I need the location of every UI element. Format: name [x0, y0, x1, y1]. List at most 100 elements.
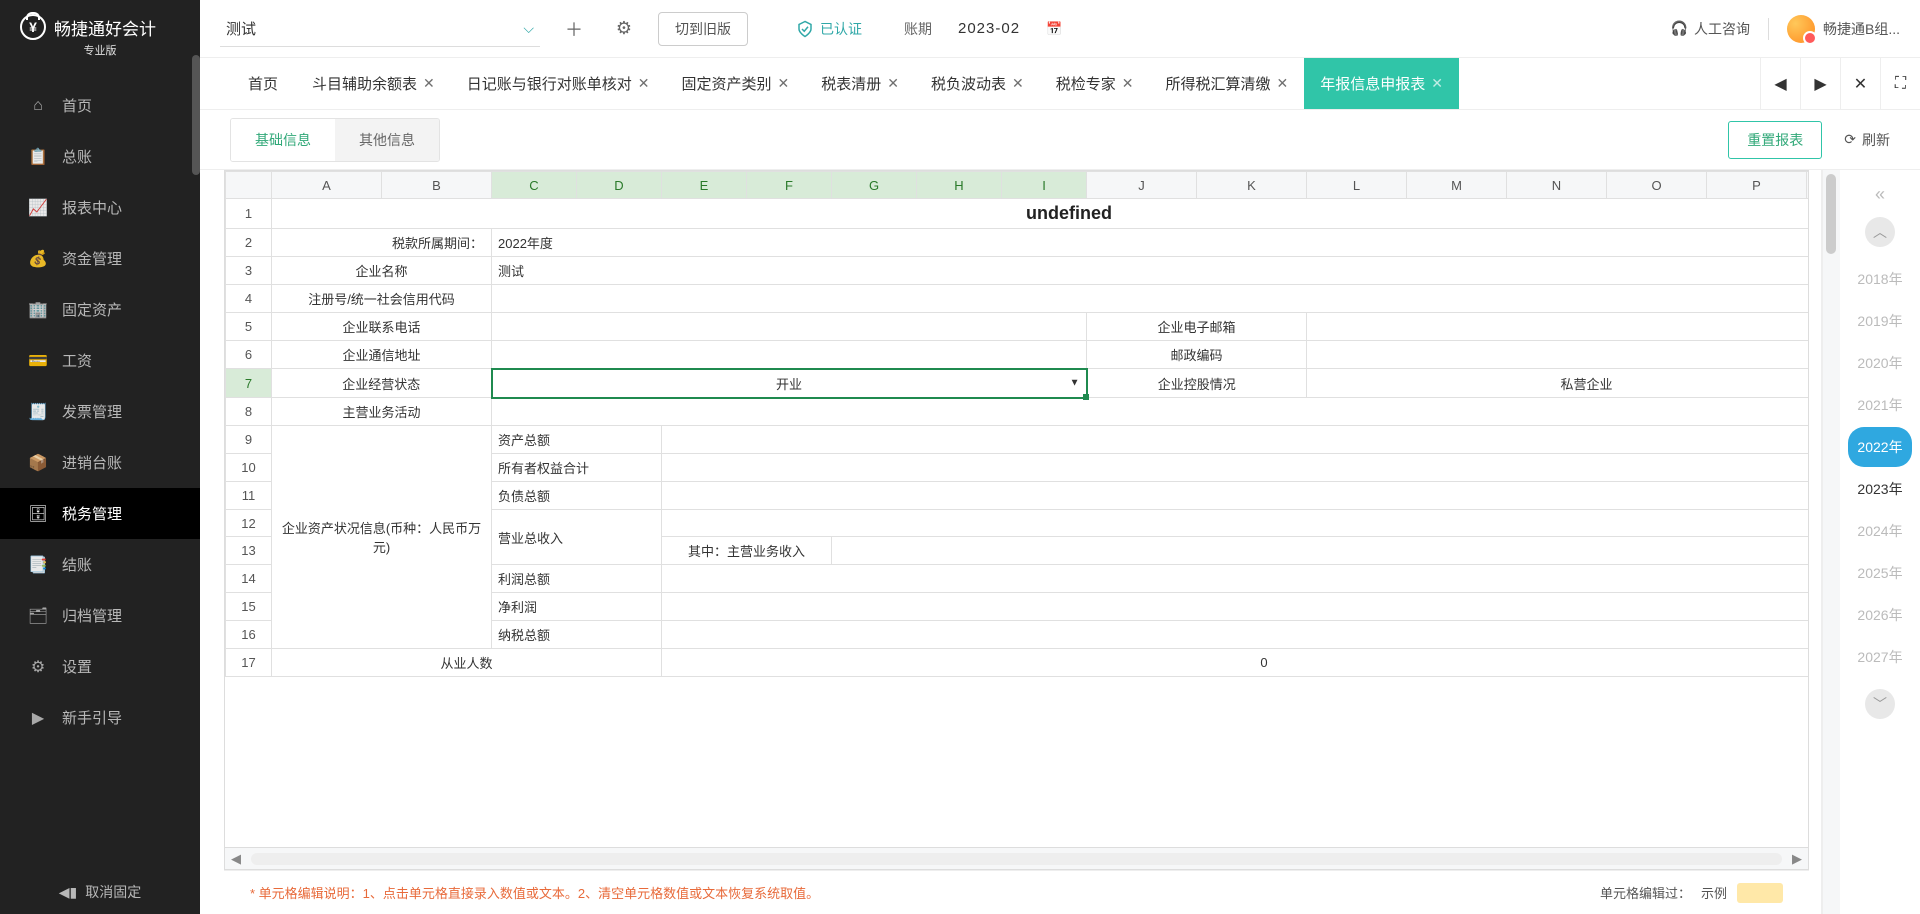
- close-icon[interactable]: ✕: [1431, 75, 1443, 92]
- nav-item[interactable]: 🏢固定资产: [0, 284, 200, 335]
- tab-scroll-left[interactable]: ◀: [1760, 58, 1800, 109]
- cell[interactable]: 所有者权益合计: [492, 454, 662, 482]
- cell[interactable]: 注册号/统一社会信用代码: [272, 285, 492, 313]
- year-up-button[interactable]: ︿: [1865, 217, 1895, 247]
- cell[interactable]: 企业控股情况: [1087, 369, 1307, 398]
- cell[interactable]: 资产总额: [492, 426, 662, 454]
- close-icon[interactable]: ✕: [1277, 75, 1289, 92]
- col-header[interactable]: Q: [1807, 172, 1810, 199]
- col-header[interactable]: A: [272, 172, 382, 199]
- nav-item[interactable]: 📋总账: [0, 131, 200, 182]
- cell[interactable]: 企业资产状况信息(币种：人民币万元): [272, 426, 492, 649]
- row-header[interactable]: 16: [226, 621, 272, 649]
- tab-home[interactable]: 首页: [230, 58, 296, 109]
- cell[interactable]: [832, 537, 1810, 565]
- col-header[interactable]: L: [1307, 172, 1407, 199]
- nav-item[interactable]: 💰资金管理: [0, 233, 200, 284]
- tab[interactable]: 税表清册✕: [805, 58, 915, 109]
- nav-item[interactable]: 🗂归档管理: [0, 590, 200, 641]
- col-header[interactable]: G: [832, 172, 917, 199]
- cell[interactable]: [492, 398, 1810, 426]
- col-header[interactable]: N: [1507, 172, 1607, 199]
- cell[interactable]: [1307, 341, 1810, 369]
- account-selector[interactable]: 测试 ⌵: [220, 11, 540, 47]
- tab[interactable]: 税检专家✕: [1040, 58, 1150, 109]
- cell[interactable]: 从业人数: [272, 649, 662, 677]
- cell[interactable]: 开业▼: [492, 369, 1087, 398]
- col-header[interactable]: P: [1707, 172, 1807, 199]
- calendar-icon[interactable]: 📅: [1046, 21, 1062, 37]
- close-icon[interactable]: ✕: [1122, 75, 1134, 92]
- cell[interactable]: 企业名称: [272, 257, 492, 285]
- col-header[interactable]: I: [1002, 172, 1087, 199]
- cell[interactable]: [662, 482, 1810, 510]
- cell[interactable]: 企业通信地址: [272, 341, 492, 369]
- year-item[interactable]: 2019年: [1848, 301, 1912, 341]
- cell[interactable]: [492, 285, 1810, 313]
- col-header[interactable]: M: [1407, 172, 1507, 199]
- close-icon[interactable]: ✕: [638, 75, 650, 92]
- cell[interactable]: 2022年度: [492, 229, 1810, 257]
- cell[interactable]: 企业联系电话: [272, 313, 492, 341]
- tab[interactable]: 所得税汇算清缴✕: [1150, 58, 1305, 109]
- horizontal-scrollbar[interactable]: ◀ ▶: [224, 848, 1809, 870]
- year-item[interactable]: 2024年: [1848, 511, 1912, 551]
- nav-item[interactable]: 🗄税务管理: [0, 488, 200, 539]
- cell[interactable]: 净利润: [492, 593, 662, 621]
- year-item[interactable]: 2023年: [1848, 469, 1912, 509]
- row-header[interactable]: 17: [226, 649, 272, 677]
- cell[interactable]: 负债总额: [492, 482, 662, 510]
- tab-close-all[interactable]: ✕: [1840, 58, 1880, 109]
- row-header[interactable]: 3: [226, 257, 272, 285]
- cell[interactable]: 邮政编码: [1087, 341, 1307, 369]
- cell[interactable]: 测试: [492, 257, 1810, 285]
- col-header[interactable]: H: [917, 172, 1002, 199]
- cell[interactable]: undefined: [272, 199, 1810, 229]
- subtab-other[interactable]: 其他信息: [335, 119, 439, 161]
- cell[interactable]: [662, 426, 1810, 454]
- switch-old-button[interactable]: 切到旧版: [658, 12, 748, 46]
- close-icon[interactable]: ✕: [1012, 75, 1024, 92]
- tab[interactable]: 税负波动表✕: [915, 58, 1040, 109]
- tab[interactable]: 固定资产类别✕: [666, 58, 806, 109]
- row-header[interactable]: 12: [226, 510, 272, 537]
- nav-item[interactable]: ⚙设置: [0, 641, 200, 692]
- cell[interactable]: [662, 593, 1810, 621]
- row-header[interactable]: 10: [226, 454, 272, 482]
- close-icon[interactable]: ✕: [887, 75, 899, 92]
- year-down-button[interactable]: ﹀: [1865, 689, 1895, 719]
- year-item[interactable]: 2026年: [1848, 595, 1912, 635]
- select-all-cell[interactable]: [226, 172, 272, 199]
- cell[interactable]: [662, 510, 1810, 537]
- scroll-left-icon[interactable]: ◀: [225, 851, 247, 867]
- cell[interactable]: 企业经营状态: [272, 369, 492, 398]
- col-header[interactable]: J: [1087, 172, 1197, 199]
- sidebar-pin-toggle[interactable]: ◀▮ 取消固定: [0, 870, 200, 914]
- year-item[interactable]: 2027年: [1848, 637, 1912, 677]
- reset-button[interactable]: 重置报表: [1728, 121, 1822, 159]
- period-value[interactable]: 2023-02: [958, 20, 1020, 37]
- row-header[interactable]: 14: [226, 565, 272, 593]
- scroll-right-icon[interactable]: ▶: [1786, 851, 1808, 867]
- row-header[interactable]: 9: [226, 426, 272, 454]
- year-item[interactable]: 2021年: [1848, 385, 1912, 425]
- cell[interactable]: [662, 565, 1810, 593]
- row-header[interactable]: 4: [226, 285, 272, 313]
- col-header[interactable]: B: [382, 172, 492, 199]
- year-item[interactable]: 2020年: [1848, 343, 1912, 383]
- nav-item[interactable]: 📑结账: [0, 539, 200, 590]
- nav-item[interactable]: 📈报表中心: [0, 182, 200, 233]
- row-header[interactable]: 7: [226, 369, 272, 398]
- subtab-basic[interactable]: 基础信息: [231, 119, 335, 161]
- settings-icon[interactable]: ⚙: [608, 13, 640, 45]
- dropdown-icon[interactable]: ▼: [1070, 378, 1080, 389]
- vertical-scrollbar[interactable]: [1822, 170, 1840, 914]
- cell[interactable]: 利润总额: [492, 565, 662, 593]
- year-item[interactable]: 2022年: [1848, 427, 1912, 467]
- col-header[interactable]: E: [662, 172, 747, 199]
- year-item[interactable]: 2018年: [1848, 259, 1912, 299]
- refresh-button[interactable]: ⟳ 刷新: [1844, 130, 1890, 150]
- collapse-icon[interactable]: «: [1875, 184, 1885, 205]
- nav-item[interactable]: 🧾发票管理: [0, 386, 200, 437]
- add-button[interactable]: ＋: [558, 13, 590, 45]
